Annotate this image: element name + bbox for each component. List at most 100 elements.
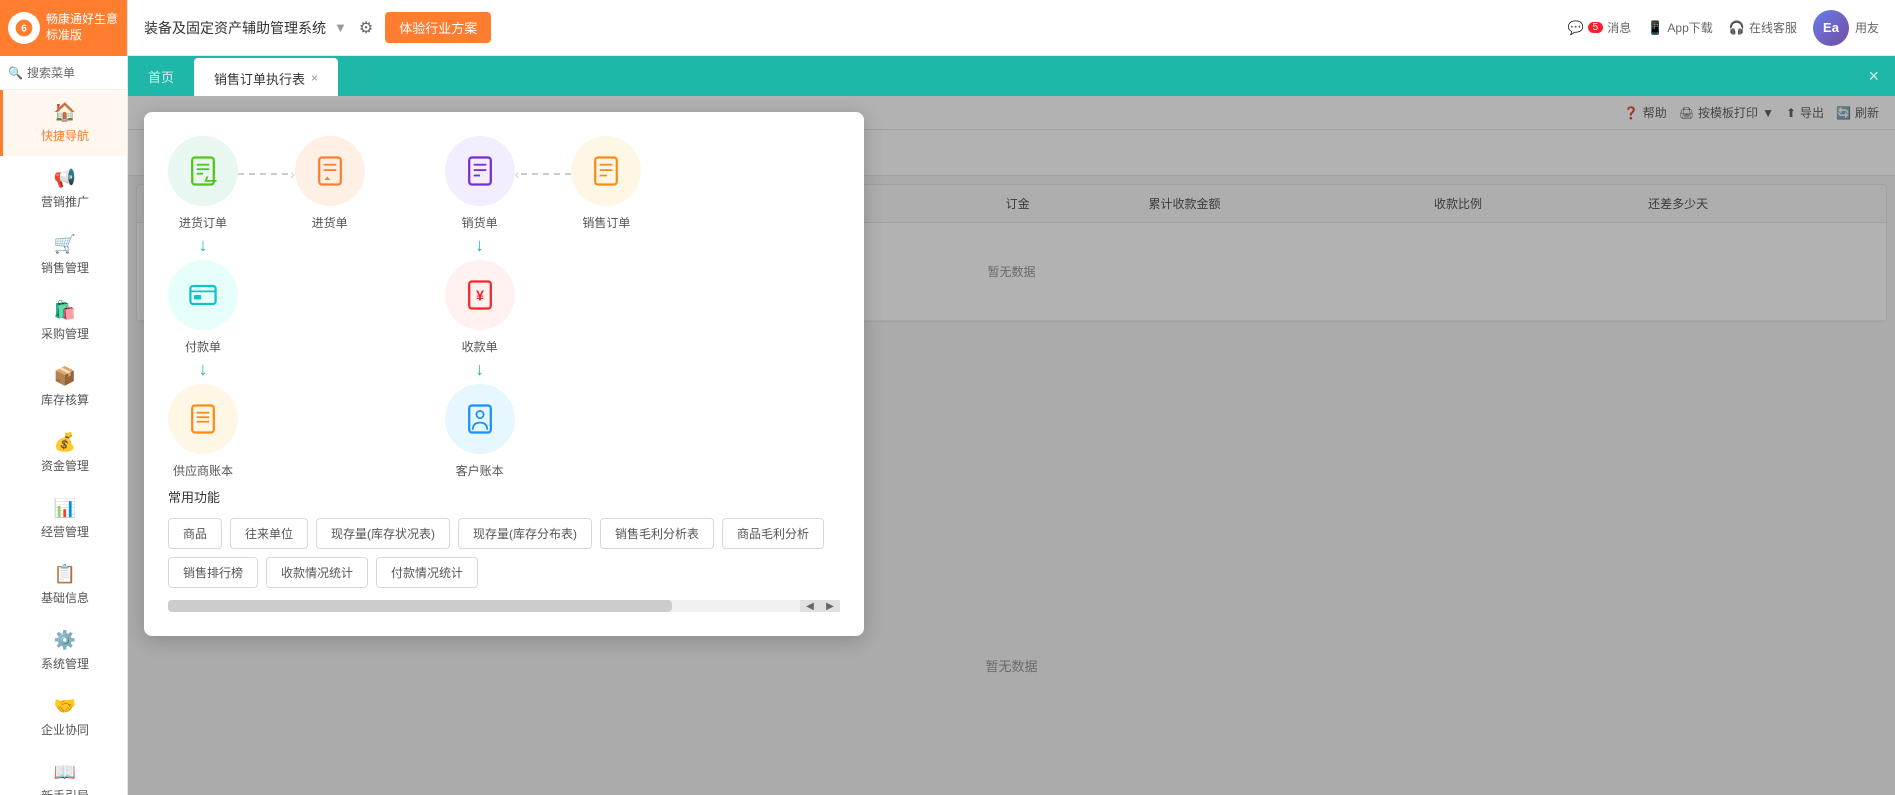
top-right-actions: 💬 5 消息 📱 App下载 🎧 在线客服 Ea 用友 xyxy=(1567,10,1879,46)
sidebar-item-guide[interactable]: 📖 新手引导 xyxy=(0,750,127,795)
user-area[interactable]: Ea 用友 xyxy=(1813,10,1879,46)
scrollbar-arrows: ◀ ▶ xyxy=(800,600,840,612)
user-name: 用友 xyxy=(1855,19,1879,36)
dashed-arrow-2: ‹ xyxy=(515,166,572,182)
sidebar-item-operations[interactable]: 📊 经营管理 xyxy=(0,486,127,552)
sidebar-item-inventory[interactable]: 📦 库存核算 xyxy=(0,354,127,420)
func-btn-product-profit[interactable]: 商品毛利分析 xyxy=(722,518,824,549)
sidebar-item-quick[interactable]: 🏠 快捷导航 xyxy=(0,90,127,156)
node-purchase-bill[interactable]: 进货单 xyxy=(295,136,365,231)
main-content: 装备及固定资产辅助管理系统 ▼ ⚙ 体验行业方案 💬 5 消息 📱 App下载 … xyxy=(128,0,1895,795)
func-btn-sales-profit[interactable]: 销售毛利分析表 xyxy=(600,518,714,549)
nav-label-marketing: 营销推广 xyxy=(41,193,89,210)
experience-button[interactable]: 体验行业方案 xyxy=(385,12,491,43)
h-arrow-area-2: ‹ xyxy=(515,136,572,182)
quick-guide-modal: 进货订单 ↓ 付款单 ↓ xyxy=(144,112,864,636)
tab-main-close[interactable]: × xyxy=(1868,66,1895,87)
top-bar: 装备及固定资产辅助管理系统 ▼ ⚙ 体验行业方案 💬 5 消息 📱 App下载 … xyxy=(128,0,1895,56)
func-btn-sales-rank[interactable]: 销售排行榜 xyxy=(168,557,258,588)
nav-label-guide: 新手引导 xyxy=(41,787,89,795)
sidebar-item-system[interactable]: ⚙️ 系统管理 xyxy=(0,618,127,684)
avatar-label: Ea xyxy=(1823,20,1839,35)
node-supplier-account[interactable]: 供应商账本 xyxy=(168,384,238,479)
payment-icon xyxy=(168,260,238,330)
avatar: Ea xyxy=(1813,10,1849,46)
scrollbar-thumb[interactable] xyxy=(168,600,672,612)
tab-home[interactable]: 首页 xyxy=(128,56,194,96)
nav-icon-inventory: 📦 xyxy=(54,366,76,387)
sidebar-item-enterprise[interactable]: 🤝 企业协同 xyxy=(0,684,127,750)
sidebar-item-marketing[interactable]: 📢 营销推广 xyxy=(0,156,127,222)
online-service-area[interactable]: 🎧 在线客服 xyxy=(1729,19,1797,36)
app-download-area[interactable]: 📱 App下载 xyxy=(1647,19,1713,36)
node-receipt[interactable]: ¥ 收款单 xyxy=(445,260,515,355)
nav-icon-guide: 📖 xyxy=(54,762,76,783)
system-title: 装备及固定资产辅助管理系统 xyxy=(144,18,326,38)
middle-left-col: 进货单 xyxy=(295,136,365,231)
scroll-left-arrow[interactable]: ◀ xyxy=(800,600,820,612)
nav-icon-basic: 📋 xyxy=(54,564,76,585)
sidebar-item-sales[interactable]: 🛒 销售管理 xyxy=(0,222,127,288)
func-btn-stock-dist[interactable]: 现存量(库存分布表) xyxy=(458,518,592,549)
node-sale-order[interactable]: 销售订单 xyxy=(571,136,641,231)
node-purchase-order[interactable]: 进货订单 xyxy=(168,136,238,231)
nav-label-system: 系统管理 xyxy=(41,655,89,672)
nav-label-purchase: 采购管理 xyxy=(41,325,89,342)
sidebar-item-purchase[interactable]: 🛍️ 采购管理 xyxy=(0,288,127,354)
sidebar-item-basic[interactable]: 📋 基础信息 xyxy=(0,552,127,618)
receipt-icon: ¥ xyxy=(445,260,515,330)
func-btn-product[interactable]: 商品 xyxy=(168,518,222,549)
nav-icon-sales: 🛒 xyxy=(54,234,76,255)
supplier-account-icon xyxy=(168,384,238,454)
customer-account-icon xyxy=(445,384,515,454)
purchase-bill-icon xyxy=(295,136,365,206)
payment-label: 付款单 xyxy=(185,338,221,355)
node-payment[interactable]: 付款单 xyxy=(168,260,238,355)
nav-icon-purchase: 🛍️ xyxy=(54,300,76,321)
node-customer-account[interactable]: 客户账本 xyxy=(445,384,515,479)
func-btn-partner[interactable]: 往来单位 xyxy=(230,518,308,549)
nav-icon-enterprise: 🤝 xyxy=(54,696,76,717)
arrow-down-2: ↓ xyxy=(199,355,208,384)
scroll-right-arrow[interactable]: ▶ xyxy=(820,600,840,612)
receipt-label: 收款单 xyxy=(462,338,498,355)
left-flow-col: 进货订单 ↓ 付款单 ↓ xyxy=(168,136,238,479)
flow-diagram: 进货订单 ↓ 付款单 ↓ xyxy=(168,136,840,479)
func-btns-row2: 销售排行榜 收款情况统计 付款情况统计 xyxy=(168,557,840,588)
sidebar-nav: 🏠 快捷导航 📢 营销推广 🛒 销售管理 🛍️ 采购管理 📦 库存核算 💰 xyxy=(0,90,127,795)
node-sale-bill[interactable]: 销货单 xyxy=(445,136,515,231)
logo-text-line2: 标准版 xyxy=(46,28,118,44)
right-col: 销售订单 xyxy=(571,136,641,231)
nav-icon-system: ⚙️ xyxy=(54,630,76,651)
message-area[interactable]: 💬 5 消息 xyxy=(1567,19,1631,36)
middle-right-col: 销货单 ↓ ¥ 收款单 ↓ xyxy=(445,136,515,479)
svg-text:¥: ¥ xyxy=(476,288,484,304)
system-title-area: 装备及固定资产辅助管理系统 ▼ xyxy=(144,18,347,38)
sale-bill-icon xyxy=(445,136,515,206)
purchase-order-label: 进货订单 xyxy=(179,214,227,231)
customer-account-label: 客户账本 xyxy=(456,462,504,479)
common-functions-title: 常用功能 xyxy=(168,487,840,506)
tab-sales-order[interactable]: 销售订单执行表 × xyxy=(194,58,338,98)
func-btn-payment-stats[interactable]: 付款情况统计 xyxy=(376,557,478,588)
arrow-down-3: ↓ xyxy=(475,231,484,260)
nav-label-inventory: 库存核算 xyxy=(41,391,89,408)
dashed-arrow-1: › xyxy=(238,166,295,182)
dropdown-icon[interactable]: ▼ xyxy=(334,20,347,35)
sale-order-icon xyxy=(571,136,641,206)
func-btn-receipt-stats[interactable]: 收款情况统计 xyxy=(266,557,368,588)
online-service-label: 在线客服 xyxy=(1749,19,1797,36)
tab-home-label: 首页 xyxy=(148,67,174,86)
sidebar: 6 畅康通好生意 标准版 🔍 搜索菜单 🏠 快捷导航 📢 营销推广 🛒 销售管理 xyxy=(0,0,128,795)
scrollbar-track[interactable] xyxy=(168,600,840,612)
func-btn-stock-status[interactable]: 现存量(库存状况表) xyxy=(316,518,450,549)
tab-close-icon[interactable]: × xyxy=(311,71,318,85)
sidebar-item-finance[interactable]: 💰 资金管理 xyxy=(0,420,127,486)
tabs-bar: 首页 销售订单执行表 × × xyxy=(128,56,1895,96)
settings-icon[interactable]: ⚙ xyxy=(359,18,373,38)
logo-text-line1: 畅康通好生意 xyxy=(46,12,118,28)
app-download-icon: 📱 xyxy=(1647,20,1663,36)
supplier-account-label: 供应商账本 xyxy=(173,462,233,479)
sidebar-search[interactable]: 🔍 搜索菜单 xyxy=(0,56,127,90)
purchase-order-icon xyxy=(168,136,238,206)
